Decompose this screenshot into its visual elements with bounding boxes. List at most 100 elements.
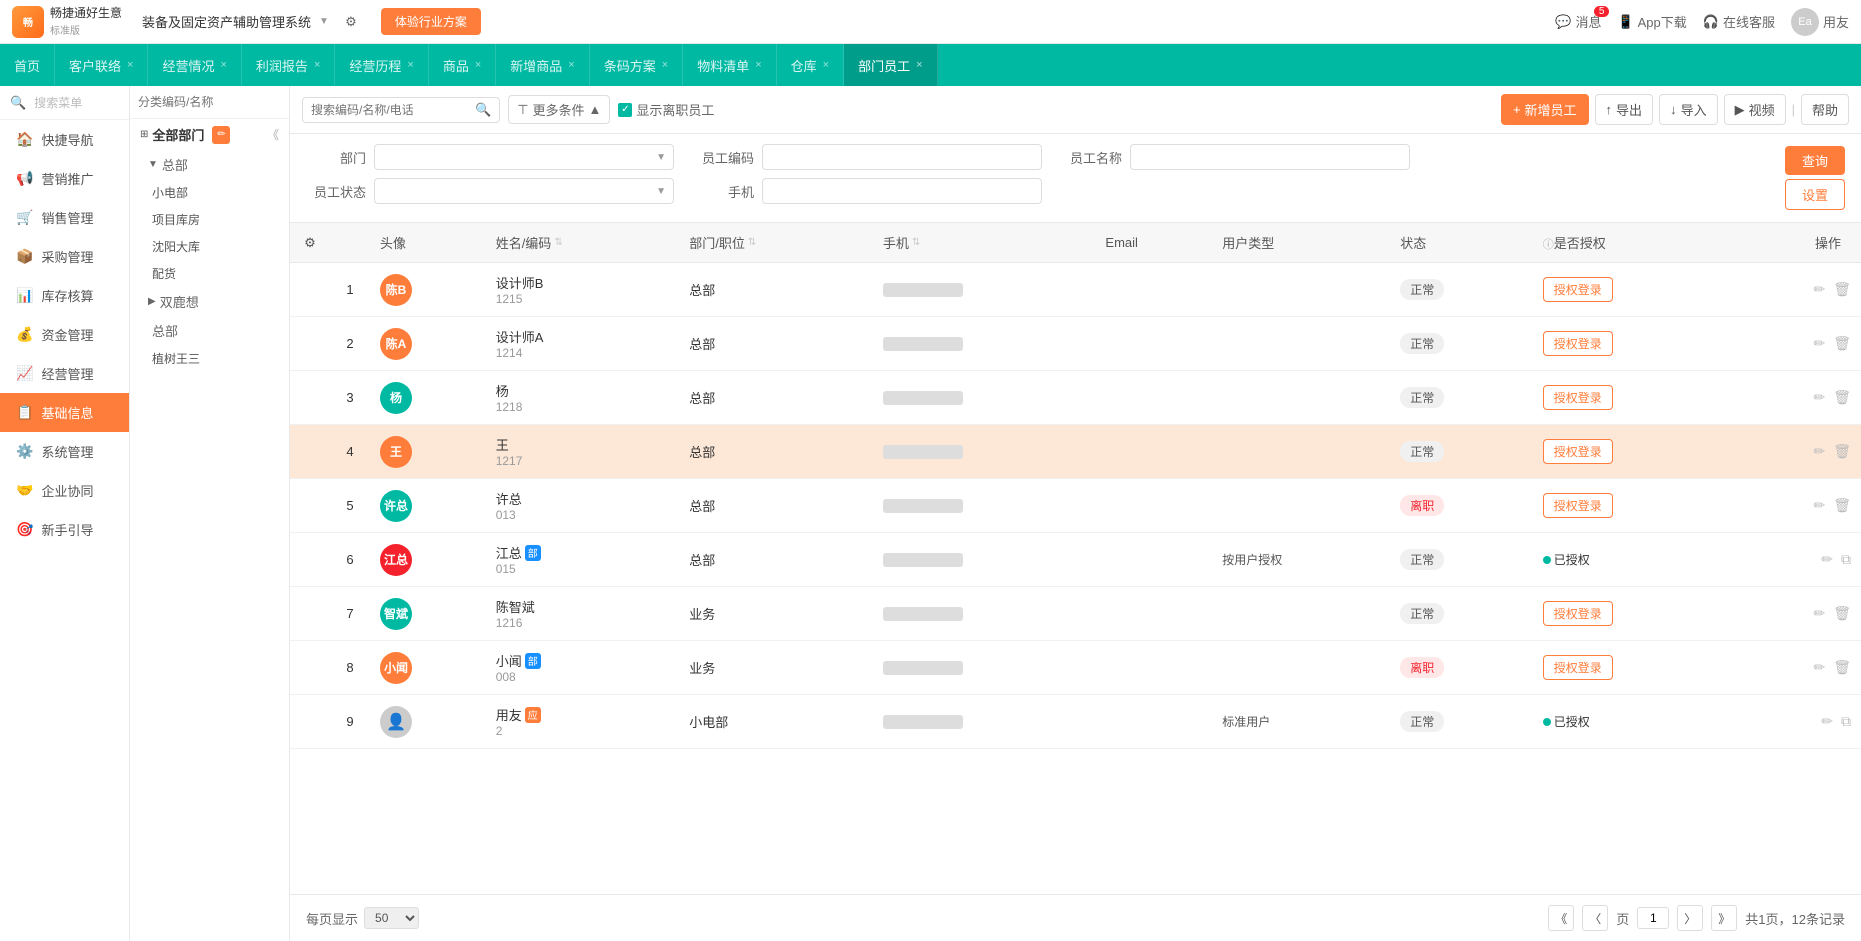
view-button[interactable]: ▶ 视频	[1724, 94, 1786, 125]
edit-icon-7[interactable]: ✏	[1813, 605, 1825, 622]
dept-group-title-1[interactable]: ▶ 双鹿想	[138, 287, 289, 316]
delete-icon-7[interactable]: 🗑	[1833, 605, 1851, 622]
dept-group-title-2[interactable]: 总部	[138, 316, 289, 345]
message-item[interactable]: 💬 消息 5	[1555, 12, 1601, 31]
tab-add-goods[interactable]: 新增商品×	[496, 44, 589, 86]
tab-profit-close[interactable]: ×	[314, 59, 320, 71]
more-filter-btn[interactable]: ⊤ 更多条件 ▲	[508, 95, 610, 124]
tab-customer-close[interactable]: ×	[127, 59, 133, 71]
auth-btn-2[interactable]: 授权登录	[1543, 331, 1613, 356]
dept-node-xiangmukufang[interactable]: 项目库房	[138, 206, 289, 233]
th-name-sort[interactable]: 姓名/编码 ⇅	[496, 233, 670, 252]
auth-btn-4[interactable]: 授权登录	[1543, 439, 1613, 464]
tab-addgoods-close[interactable]: ×	[568, 59, 574, 71]
tab-warehouse-close[interactable]: ×	[823, 59, 829, 71]
show-resigned-toggle[interactable]: ✓ 显示离职员工	[618, 100, 714, 119]
last-page-btn[interactable]: 》	[1711, 905, 1737, 931]
add-employee-button[interactable]: + 新增员工	[1501, 94, 1589, 125]
edit-icon-4[interactable]: ✏	[1813, 443, 1825, 460]
dept-edit-icon[interactable]: ✏	[212, 126, 230, 144]
dept-group-title-0[interactable]: ▼ 总部	[138, 150, 289, 179]
edit-icon-2[interactable]: ✏	[1813, 335, 1825, 352]
emp-code-input[interactable]	[762, 144, 1042, 170]
delete-icon-8[interactable]: 🗑	[1833, 659, 1851, 676]
th-dept-sort[interactable]: 部门/职位 ⇅	[689, 233, 863, 252]
edit-icon-1[interactable]: ✏	[1813, 281, 1825, 298]
copy-icon-6[interactable]: ⧉	[1841, 551, 1851, 568]
gear-button[interactable]: ⚙	[337, 8, 365, 36]
system-dropdown-icon[interactable]: ▼	[319, 16, 329, 27]
tab-history-close[interactable]: ×	[407, 59, 413, 71]
employee-search-input[interactable]	[311, 103, 471, 117]
tab-bom[interactable]: 物料清单×	[683, 44, 776, 86]
tab-history[interactable]: 经营历程×	[335, 44, 428, 86]
first-page-btn[interactable]: 《	[1548, 905, 1574, 931]
sidebar-item-inventory[interactable]: 📊 库存核算	[0, 276, 129, 315]
export-button[interactable]: ↑ 导出	[1595, 94, 1654, 125]
tab-profit[interactable]: 利润报告×	[242, 44, 335, 86]
edit-icon-9[interactable]: ✏	[1821, 713, 1833, 730]
th-dept-position[interactable]: 部门/职位 ⇅	[679, 223, 873, 263]
th-name-code[interactable]: 姓名/编码 ⇅	[486, 223, 680, 263]
sidebar-item-basic[interactable]: 📋 基础信息	[0, 393, 129, 432]
auth-btn-7[interactable]: 授权登录	[1543, 601, 1613, 626]
page-input[interactable]	[1637, 907, 1669, 929]
emp-name-input[interactable]	[1130, 144, 1410, 170]
edit-icon-8[interactable]: ✏	[1813, 659, 1825, 676]
tab-operation-close[interactable]: ×	[220, 59, 226, 71]
th-phone[interactable]: 手机 ⇅	[873, 223, 1096, 263]
auth-btn-1[interactable]: 授权登录	[1543, 277, 1613, 302]
auth-btn-5[interactable]: 授权登录	[1543, 493, 1613, 518]
delete-icon-1[interactable]: 🗑	[1833, 281, 1851, 298]
sidebar-item-finance[interactable]: 💰 资金管理	[0, 315, 129, 354]
tab-goods-close[interactable]: ×	[475, 59, 481, 71]
dept-node-peihuo[interactable]: 配货	[138, 260, 289, 287]
dept-all[interactable]: ⊞ 全部部门 ✏ 《	[130, 119, 289, 150]
tab-operation[interactable]: 经营情况×	[148, 44, 241, 86]
auth-btn-8[interactable]: 授权登录	[1543, 655, 1613, 680]
tab-customer[interactable]: 客户联络×	[55, 44, 148, 86]
delete-icon-4[interactable]: 🗑	[1833, 443, 1851, 460]
query-button[interactable]: 查询	[1785, 146, 1845, 175]
sidebar-item-quick-nav[interactable]: 🏠 快捷导航	[0, 120, 129, 159]
delete-icon-3[interactable]: 🗑	[1833, 389, 1851, 406]
copy-icon-9[interactable]: ⧉	[1841, 713, 1851, 730]
th-phone-sort[interactable]: 手机 ⇅	[883, 233, 1086, 252]
import-button[interactable]: ↓ 导入	[1659, 94, 1718, 125]
delete-icon-5[interactable]: 🗑	[1833, 497, 1851, 514]
sidebar-item-corp[interactable]: 🤝 企业协同	[0, 471, 129, 510]
dept-node-zhishuwangsan[interactable]: 植树王三	[138, 345, 289, 372]
tab-bom-close[interactable]: ×	[755, 59, 761, 71]
phone-input[interactable]	[762, 178, 1042, 204]
prev-page-btn[interactable]: 〈	[1582, 905, 1608, 931]
user-item[interactable]: Ea 用友	[1791, 8, 1849, 36]
app-download-item[interactable]: 📱 App下载	[1617, 12, 1686, 31]
next-page-btn[interactable]: 〉	[1677, 905, 1703, 931]
th-settings[interactable]: ⚙	[290, 223, 330, 263]
sidebar-item-purchase[interactable]: 📦 采购管理	[0, 237, 129, 276]
delete-icon-2[interactable]: 🗑	[1833, 335, 1851, 352]
dept-collapse-btn[interactable]: 《	[267, 126, 279, 143]
dept-node-shenyangdaku[interactable]: 沈阳大库	[138, 233, 289, 260]
tab-employee-close[interactable]: ×	[916, 59, 922, 71]
edit-icon-5[interactable]: ✏	[1813, 497, 1825, 514]
help-button[interactable]: 帮助	[1801, 94, 1849, 125]
sidebar-item-sales[interactable]: 🛒 销售管理	[0, 198, 129, 237]
dept-select[interactable]	[374, 144, 674, 170]
sidebar-item-marketing[interactable]: 📢 营销推广	[0, 159, 129, 198]
tab-warehouse[interactable]: 仓库×	[777, 44, 844, 86]
emp-status-select[interactable]	[374, 178, 674, 204]
set-button[interactable]: 设置	[1785, 179, 1845, 210]
dept-node-xiaodianbu[interactable]: 小电部	[138, 179, 289, 206]
per-page-select[interactable]: 50 100	[364, 907, 419, 929]
online-service-item[interactable]: 🎧 在线客服	[1703, 12, 1775, 31]
tab-barcode[interactable]: 条码方案×	[590, 44, 683, 86]
edit-icon-6[interactable]: ✏	[1821, 551, 1833, 568]
edit-icon-3[interactable]: ✏	[1813, 389, 1825, 406]
auth-btn-3[interactable]: 授权登录	[1543, 385, 1613, 410]
sidebar-search-area[interactable]: 🔍 搜索菜单	[0, 86, 129, 120]
dept-search-input[interactable]	[138, 95, 290, 109]
tab-home[interactable]: 首页	[0, 44, 55, 86]
tab-employee[interactable]: 部门员工×	[844, 44, 937, 86]
tab-barcode-close[interactable]: ×	[662, 59, 668, 71]
